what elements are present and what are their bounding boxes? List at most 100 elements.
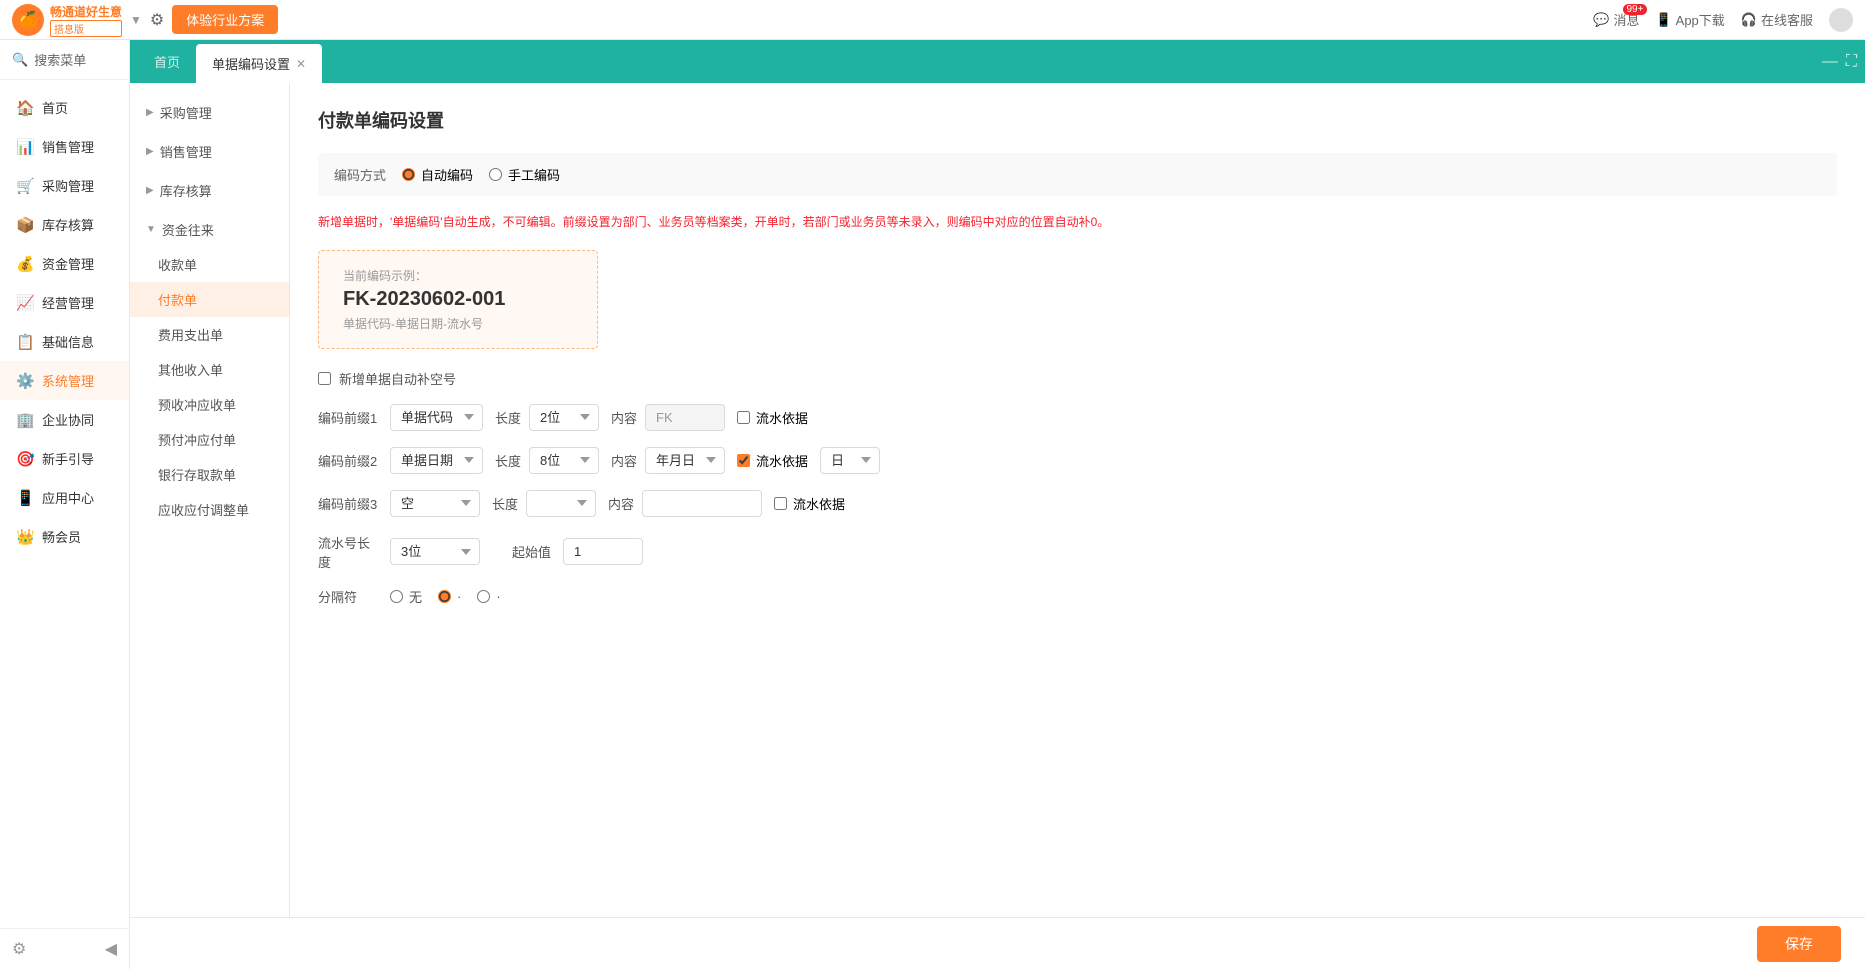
sidebar-item-home[interactable]: 🏠 首页 [0,88,129,127]
start-value-input[interactable] [563,538,643,565]
basic-icon: 📋 [16,333,34,351]
sidebar-item-finance[interactable]: 💰 资金管理 [0,244,129,283]
sidebar-item-purchase[interactable]: 🛒 采购管理 [0,166,129,205]
prefix2-unit-select[interactable]: 日 [820,447,880,474]
sidebar-item-basic[interactable]: 📋 基础信息 [0,322,129,361]
separator-dot-option[interactable]: · [438,589,461,604]
separator-row: 分隔符 无 · · [318,587,1837,606]
chevron-down-icon: ▼ [146,224,156,235]
user-avatar[interactable] [1829,8,1853,32]
prefix-row-3: 编码前缀3 空 长度 内容 [318,490,1837,517]
sub-menu-item-payment[interactable]: 付款单 [130,282,289,317]
content-area: ▶ 采购管理 ▶ 销售管理 ▶ 库存核算 [130,83,1865,917]
sidebar-item-enterprise[interactable]: 🏢 企业协同 [0,400,129,439]
prefix1-select[interactable]: 单据代码 [390,404,483,431]
settings-footer-icon[interactable]: ⚙ [12,939,26,959]
purchase-icon: 🛒 [16,177,34,195]
prefix2-unit-wrapper: 日 [820,447,880,474]
message-button[interactable]: 💬 消息 99+ [1593,10,1639,29]
topbar-right: 💬 消息 99+ 📱 App下载 🎧 在线客服 [1593,8,1853,32]
tab-home[interactable]: 首页 [138,42,196,81]
sub-menu-item-bank[interactable]: 银行存取款单 [130,457,289,492]
sub-menu-group-sales: ▶ 销售管理 [130,134,289,169]
prefix2-serial-label: 流水依据 [756,451,808,470]
sidebar-item-apps[interactable]: 📱 应用中心 [0,478,129,517]
separator-dot2-radio[interactable] [477,590,490,603]
prefix1-length-wrapper: 长度 2位 [495,404,599,431]
prefix2-content-select[interactable]: 年月日 [645,447,725,474]
sub-menu-item-receipt[interactable]: 收款单 [130,247,289,282]
sub-menu-item-pre-payable[interactable]: 预付冲应付单 [130,422,289,457]
sidebar-search[interactable]: 🔍 搜索菜单 [0,40,129,80]
separator-dot2-option[interactable]: · [477,589,500,604]
code-preview-value: FK-20230602-001 [343,288,573,311]
sidebar-item-sales[interactable]: 📊 销售管理 [0,127,129,166]
prefix2-serial-checkbox[interactable] [737,454,750,467]
prefix2-serial-checkbox-wrapper: 流水依据 [737,451,808,470]
chevron-right-icon2: ▶ [146,146,154,157]
sub-menu-header-capital[interactable]: ▼ 资金往来 [130,212,289,247]
sub-menu-group-inventory: ▶ 库存核算 [130,173,289,208]
tab-maximize-icon[interactable]: ⛶ [1846,53,1857,71]
sub-menu-header-inventory[interactable]: ▶ 库存核算 [130,173,289,208]
prefix3-serial-checkbox-wrapper: 流水依据 [774,494,845,513]
prefix3-content-input[interactable] [642,490,762,517]
sidebar-item-inventory[interactable]: 📦 库存核算 [0,205,129,244]
prefix3-label: 编码前缀3 [318,494,378,513]
prefix3-length-wrapper: 长度 [492,490,596,517]
serial-length-label: 流水号长度 [318,533,378,571]
trial-button[interactable]: 体验行业方案 [172,5,278,34]
separator-label: 分隔符 [318,587,378,606]
logo: 🍊 畅通道好生意 搭息版 [12,3,122,37]
auto-fill-label: 新增单据自动补空号 [339,369,456,388]
settings-icon[interactable]: ⚙ [150,10,164,30]
logo-text: 畅通道好生意 搭息版 [50,3,122,37]
auto-encode-radio[interactable] [402,168,415,181]
sidebar-footer: ⚙ ◀ [0,928,129,969]
prefix3-serial-checkbox[interactable] [774,497,787,510]
page-main: 付款单编码设置 编码方式 自动编码 手工编码 [290,83,1865,917]
prefix1-length-label: 长度 [495,408,521,427]
prefix3-select[interactable]: 空 [390,490,480,517]
right-panel: 首页 单据编码设置 ✕ — ⛶ ▶ 采购管理 [130,40,1865,969]
sidebar-item-system[interactable]: ⚙️ 系统管理 [0,361,129,400]
sub-menu-header-purchase[interactable]: ▶ 采购管理 [130,95,289,130]
sub-menu-item-pre-receivable[interactable]: 预收冲应收单 [130,387,289,422]
prefix1-length-select[interactable]: 2位 [529,404,599,431]
system-icon: ⚙️ [16,372,34,390]
sub-menu-item-other-income[interactable]: 其他收入单 [130,352,289,387]
sidebar-item-member[interactable]: 👑 畅会员 [0,517,129,556]
prefix3-content-wrapper: 内容 [608,490,762,517]
sales-icon: 📊 [16,138,34,156]
tab-close-icon[interactable]: ✕ [296,57,306,71]
manual-encode-radio[interactable] [489,168,502,181]
separator-none-radio[interactable] [390,590,403,603]
prefix2-select[interactable]: 单据日期 [390,447,483,474]
manual-encode-option[interactable]: 手工编码 [489,165,560,184]
collapse-icon[interactable]: ◀ [105,939,117,959]
sidebar-item-operation[interactable]: 📈 经营管理 [0,283,129,322]
tab-minimize-icon[interactable]: — [1822,53,1838,71]
prefix1-serial-label: 流水依据 [756,408,808,427]
page-content: 付款单编码设置 编码方式 自动编码 手工编码 [290,83,1865,917]
separator-dot-radio[interactable] [438,590,451,603]
auto-encode-option[interactable]: 自动编码 [402,165,473,184]
sidebar-item-guide[interactable]: 🎯 新手引导 [0,439,129,478]
save-button[interactable]: 保存 [1757,926,1841,962]
code-preview: 当前编码示例： FK-20230602-001 单据代码-单据日期-流水号 [318,250,598,349]
sub-menu-item-expense[interactable]: 费用支出单 [130,317,289,352]
prefix2-length-select[interactable]: 8位 [529,447,599,474]
auto-fill-checkbox[interactable] [318,372,331,385]
tab-encode-setting[interactable]: 单据编码设置 ✕ [196,44,322,83]
apps-icon: 📱 [16,489,34,507]
serial-length-select[interactable]: 3位 [390,538,480,565]
online-service-button[interactable]: 🎧 在线客服 [1741,10,1813,29]
prefix1-serial-checkbox[interactable] [737,411,750,424]
sub-menu-item-adjustment[interactable]: 应收应付调整单 [130,492,289,527]
separator-none-option[interactable]: 无 [390,587,422,606]
sub-menu-header-sales[interactable]: ▶ 销售管理 [130,134,289,169]
prefix2-label: 编码前缀2 [318,451,378,470]
topbar-dropdown[interactable]: ▼ [130,13,142,27]
prefix3-length-select[interactable] [526,490,596,517]
app-download-button[interactable]: 📱 App下载 [1655,10,1724,29]
